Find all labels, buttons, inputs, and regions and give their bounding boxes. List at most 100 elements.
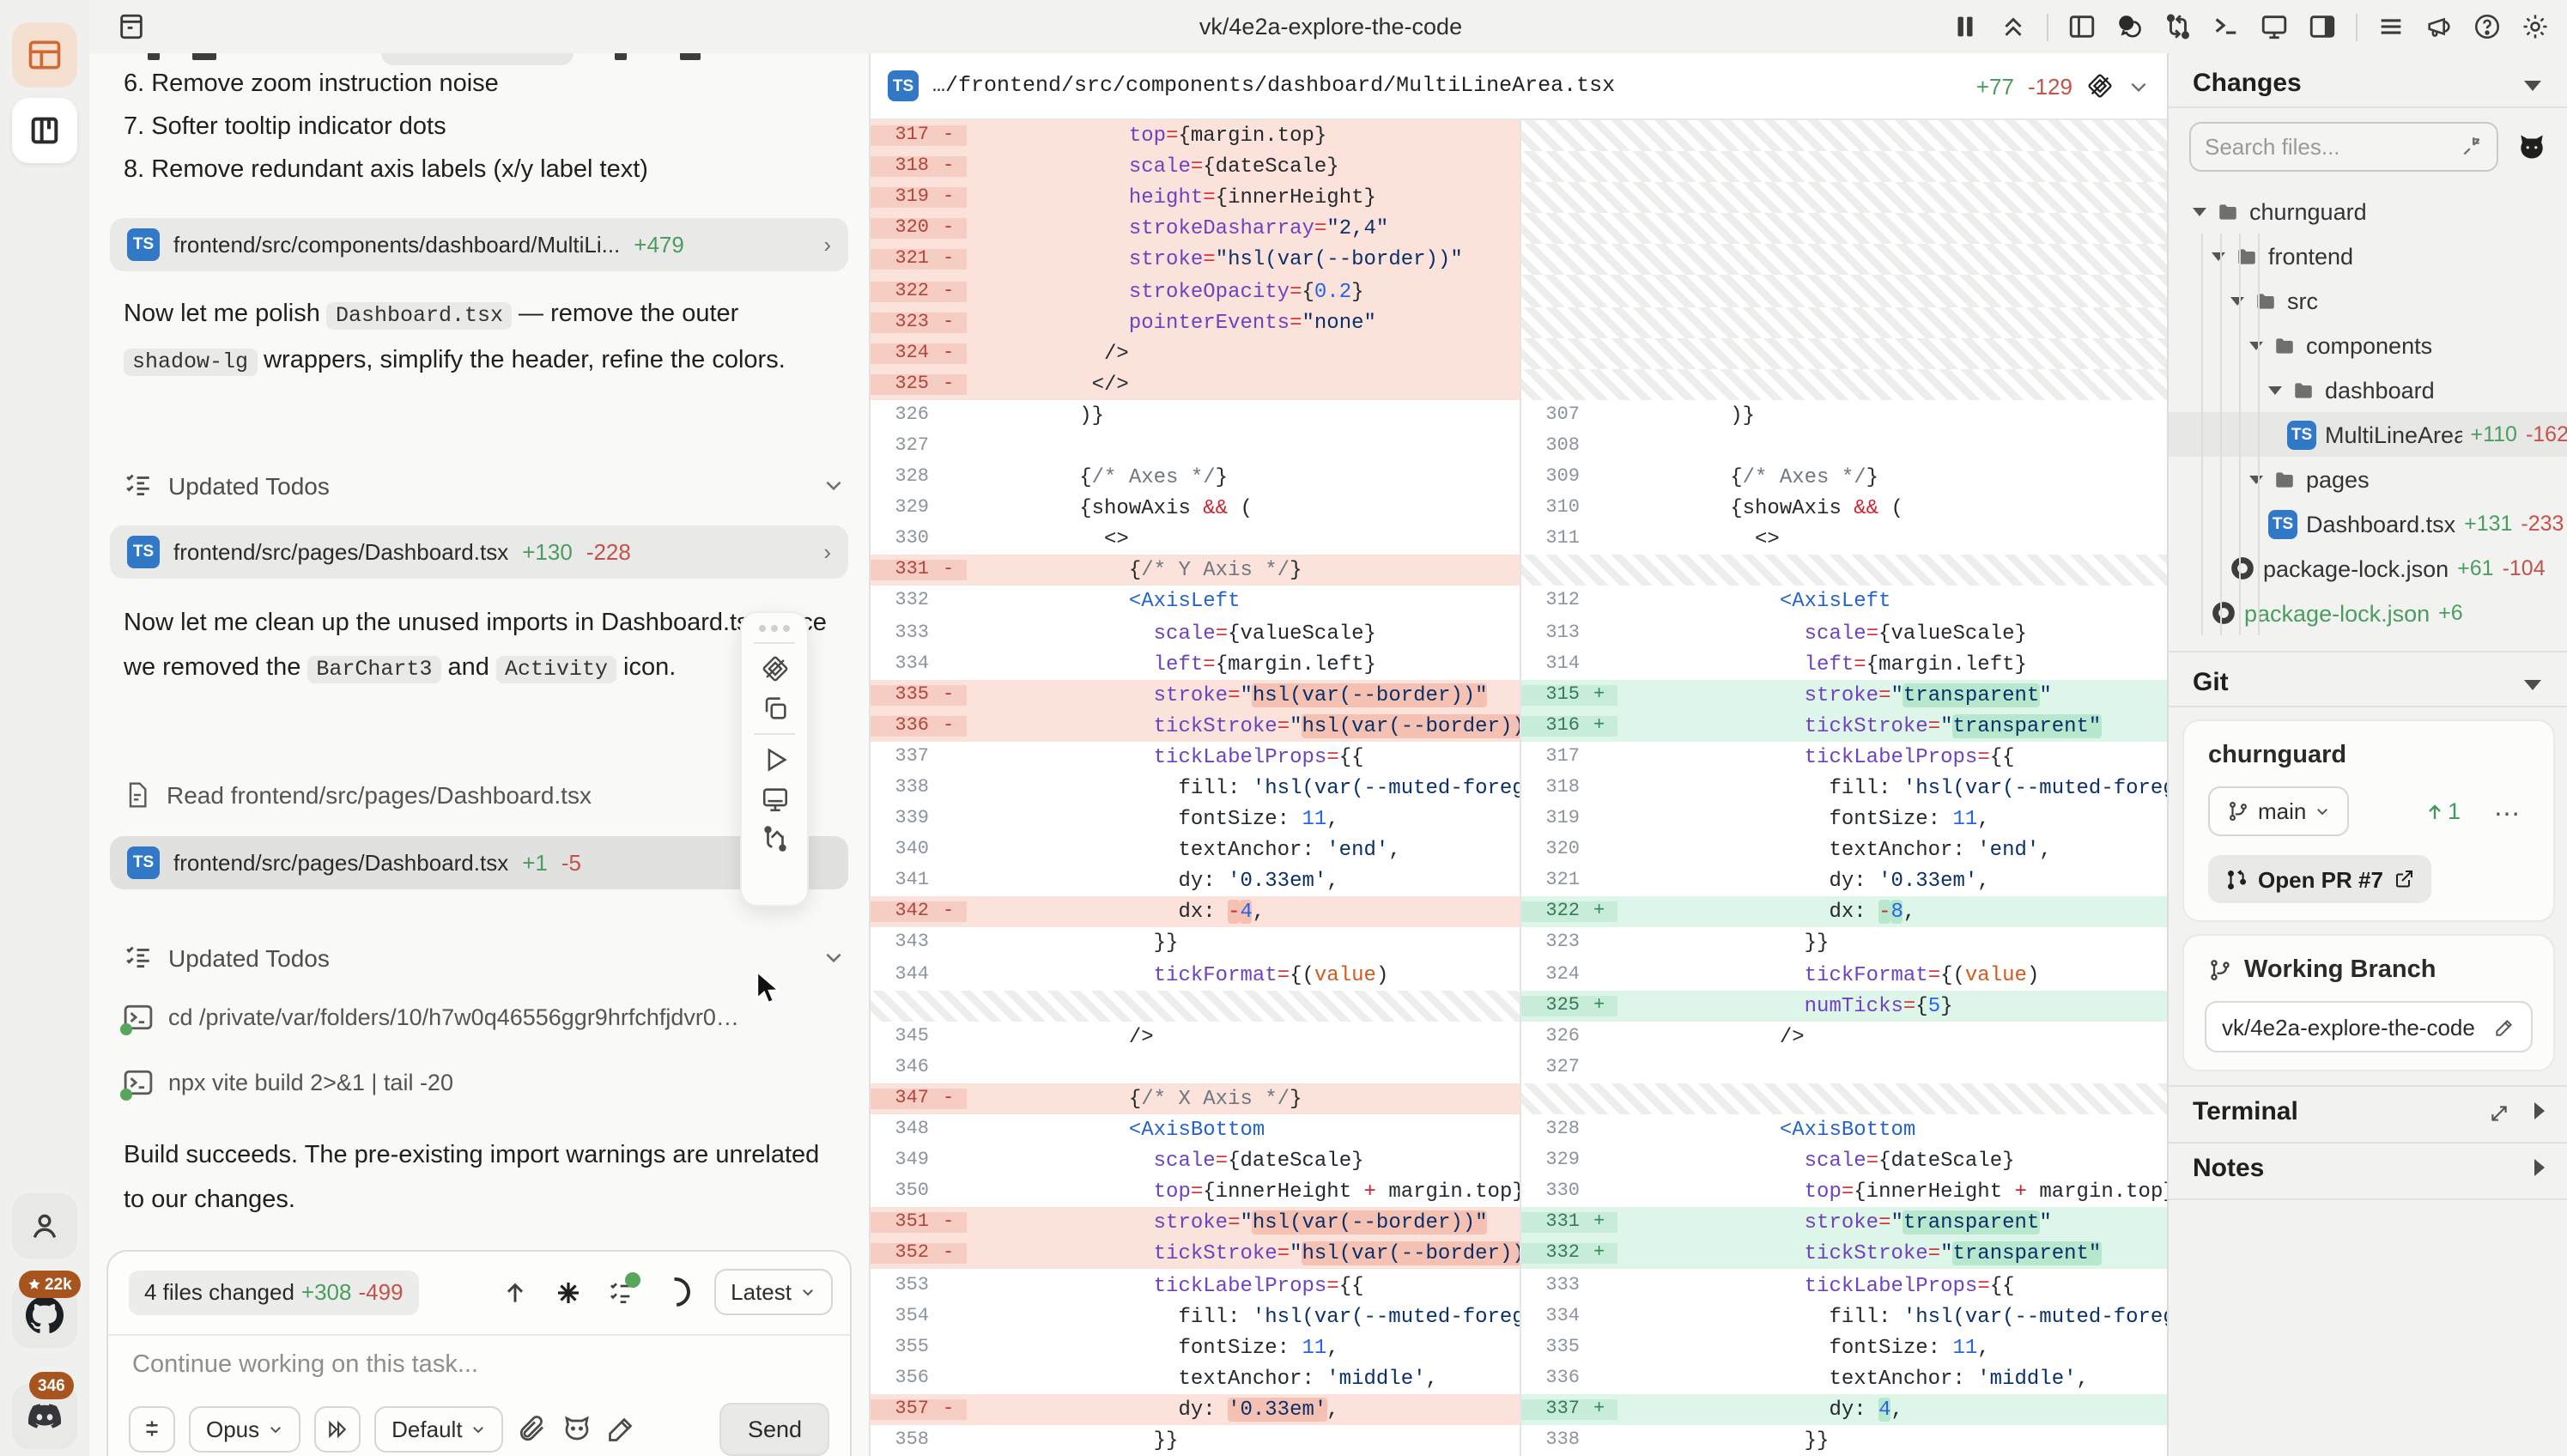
panel-right-icon[interactable] (2308, 12, 2337, 41)
copy-icon[interactable] (760, 694, 789, 723)
cat-icon[interactable] (2515, 130, 2548, 163)
tree-file-MultiLineArea.tsx[interactable]: TSMultiLineArea.tsx+110-162 (2169, 412, 2567, 457)
terminal-icon[interactable] (2212, 12, 2241, 41)
tree-expand-triangle[interactable] (2230, 296, 2244, 305)
code-text: top={margin.top} (967, 124, 1520, 148)
expand-icon[interactable] (2488, 1102, 2510, 1125)
tree-folder-churnguard[interactable]: churnguard (2169, 189, 2567, 234)
collapse-git-icon[interactable] (2524, 680, 2541, 690)
git-compare-icon[interactable] (760, 824, 789, 853)
settings-gear-icon[interactable] (2521, 12, 2550, 41)
tree-file-package-lock.json[interactable]: package-lock.json+6 (2169, 591, 2567, 635)
terminal-section-header[interactable]: Terminal (2169, 1085, 2567, 1142)
message-composer: 4 files changed +308 -499 Latest (106, 1250, 852, 1456)
burst-icon[interactable] (554, 1278, 581, 1306)
file-change-chip[interactable]: TS frontend/src/components/dashboard/Mul… (110, 218, 848, 271)
arrow-up-icon[interactable] (501, 1278, 528, 1306)
chat-bubbles-icon[interactable] (2115, 12, 2145, 41)
chevron-down-icon[interactable] (822, 474, 845, 496)
diff-line: 329 scale={dateScale} (1521, 1145, 2169, 1176)
fast-forward-button[interactable] (314, 1405, 361, 1452)
todos-status-icon[interactable] (607, 1278, 634, 1306)
terminal-command-row[interactable]: cd /private/var/folders/10/h7w0q46556ggr… (124, 1004, 845, 1030)
play-icon[interactable] (760, 745, 789, 774)
file-change-chip-hovered[interactable]: TS frontend/src/pages/Dashboard.tsx +1 -… (110, 836, 848, 889)
diff-line: 314 left={margin.left} (1521, 648, 2169, 679)
updated-todos-row[interactable]: Updated Todos (124, 943, 845, 972)
tree-folder-pages[interactable]: pages (2169, 457, 2567, 501)
pen-icon[interactable] (607, 1413, 638, 1444)
tree-expand-triangle[interactable] (2193, 207, 2206, 215)
chevron-down-icon[interactable] (822, 946, 845, 968)
code-text: fontSize: 11, (967, 807, 1520, 831)
branch-dropdown[interactable]: main (2208, 786, 2349, 836)
panel-left-icon[interactable] (2067, 12, 2097, 41)
diff-marker: - (943, 1213, 967, 1234)
composer-input[interactable]: Continue working on this task... (132, 1351, 478, 1379)
tree-expand-triangle[interactable] (2249, 475, 2263, 483)
rail-item-profile[interactable] (12, 1193, 77, 1259)
journal-icon[interactable] (117, 12, 146, 41)
collapse-diagonal-icon[interactable] (2461, 136, 2483, 158)
tree-folder-frontend[interactable]: frontend (2169, 234, 2567, 278)
model-dropdown[interactable]: Opus (189, 1405, 300, 1452)
mode-dropdown[interactable]: Default (374, 1405, 503, 1452)
diff-icon[interactable] (760, 654, 789, 683)
git-compare-icon[interactable] (2163, 12, 2193, 41)
diff-line: 307 )} (1521, 400, 2169, 431)
tree-expand-triangle[interactable] (2268, 385, 2282, 394)
diff-marker: - (943, 1089, 967, 1109)
additions-count: +1 (522, 850, 548, 876)
diff-marker: + (1593, 995, 1617, 1016)
diff-line: 319- height={innerHeight} (871, 182, 1520, 213)
composer-settings-button[interactable] (129, 1405, 175, 1452)
open-pr-button[interactable]: Open PR #7 (2208, 855, 2431, 903)
chevrons-up-icon[interactable] (1999, 12, 2028, 41)
tree-folder-src[interactable]: src (2169, 278, 2567, 323)
updated-todos-row[interactable]: Updated Todos (124, 470, 845, 500)
megaphone-icon[interactable] (2424, 12, 2454, 41)
tree-expand-triangle[interactable] (2249, 341, 2263, 349)
diff-line: 346 (871, 1053, 1520, 1083)
search-files-input[interactable]: Search files... (2189, 122, 2498, 172)
help-icon[interactable] (2473, 12, 2502, 41)
send-button[interactable]: Send (720, 1402, 829, 1455)
tree-folder-components[interactable]: components (2169, 323, 2567, 367)
diff-mode-icon[interactable] (2086, 72, 2114, 100)
mouse-cursor (756, 970, 781, 1006)
edit-pencil-icon[interactable] (2493, 1016, 2515, 1038)
rail-item-kanban[interactable] (12, 98, 77, 163)
files-changed-summary[interactable]: 4 files changed +308 -499 (129, 1270, 419, 1314)
chevron-down-icon[interactable] (2127, 75, 2150, 97)
monitor-icon[interactable] (760, 785, 789, 814)
code-text: scale={dateScale} (967, 1149, 1520, 1173)
version-dropdown[interactable]: Latest (713, 1269, 833, 1315)
attachment-icon[interactable] (518, 1413, 549, 1444)
diff-marker (1593, 1150, 1617, 1171)
tree-expand-triangle[interactable] (2212, 252, 2225, 260)
collapse-changes-icon[interactable] (2524, 81, 2541, 91)
expand-terminal-chevron[interactable] (2534, 1102, 2545, 1119)
monitor-icon[interactable] (2260, 12, 2289, 41)
tree-folder-dashboard[interactable]: dashboard (2169, 367, 2567, 412)
expand-notes-chevron[interactable] (2534, 1159, 2545, 1176)
menu-icon[interactable] (2376, 12, 2406, 41)
tree-file-Dashboard.tsx[interactable]: TSDashboard.tsx+131-233 (2169, 501, 2567, 546)
terminal-command-row[interactable]: npx vite build 2>&1 | tail -20 (124, 1070, 845, 1095)
diff-file-header[interactable]: TS …/frontend/src/components/dashboard/M… (871, 53, 2167, 120)
tree-file-package-lock.json[interactable]: package-lock.json+61-104 (2169, 546, 2567, 591)
more-options-icon[interactable]: … (2493, 793, 2522, 824)
pause-icon[interactable] (1951, 12, 1980, 41)
message-hover-toolbar (740, 611, 809, 907)
file-change-chip[interactable]: TS frontend/src/pages/Dashboard.tsx +130… (110, 525, 848, 579)
rail-item-dashboard-active[interactable] (12, 22, 77, 88)
additions-count: +479 (634, 232, 684, 258)
ts-file-icon: TS (127, 536, 160, 568)
diff-marker (1593, 592, 1617, 612)
working-branch-input[interactable]: vk/4e2a-explore-the-code (2205, 1001, 2533, 1053)
read-file-row[interactable]: Read frontend/src/pages/Dashboard.tsx (124, 781, 845, 809)
notes-section-header[interactable]: Notes (2169, 1142, 2567, 1198)
cat-icon[interactable] (562, 1413, 593, 1444)
more-options-icon[interactable] (759, 625, 790, 632)
assistant-message: Now let me polish Dashboard.tsx — remove… (124, 294, 828, 385)
